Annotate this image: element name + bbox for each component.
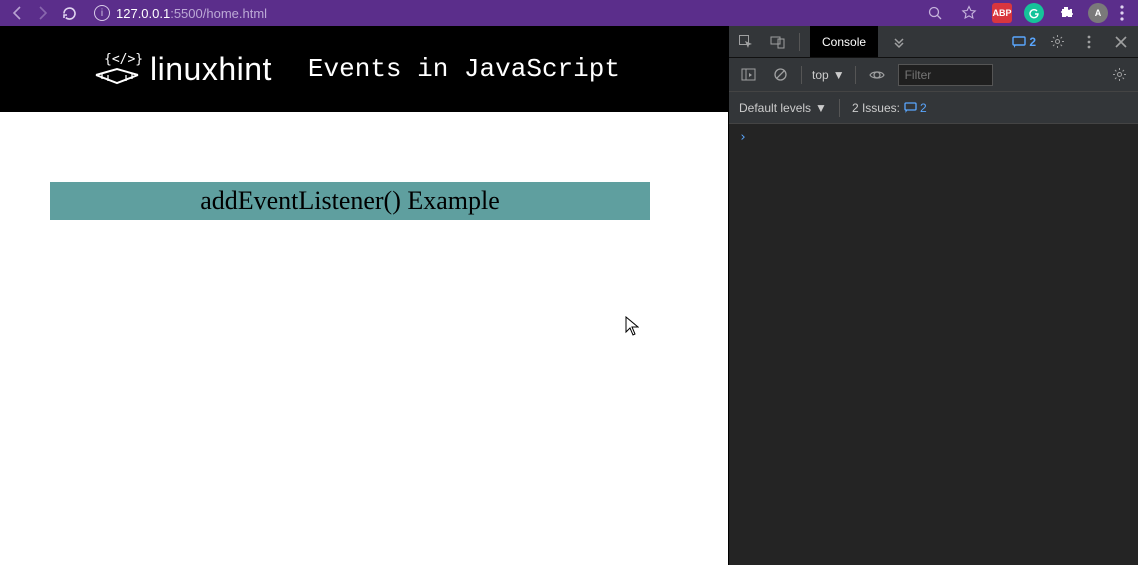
- device-toggle-icon[interactable]: [767, 34, 789, 50]
- address-field[interactable]: i 127.0.0.1:5500/home.html: [84, 5, 916, 21]
- clear-console-icon[interactable]: [769, 67, 791, 82]
- console-prompt: ›: [739, 130, 747, 145]
- site-header: {</>} linuxhint Events in JavaScript: [0, 26, 728, 112]
- page-viewport: {</>} linuxhint Events in JavaScript add…: [0, 26, 728, 565]
- message-count-value: 2: [1029, 35, 1036, 49]
- console-toolbar: top ▼: [729, 58, 1138, 92]
- grammarly-extension-icon[interactable]: [1024, 3, 1044, 23]
- devtools-menu-icon[interactable]: [1078, 35, 1100, 49]
- zoom-icon[interactable]: [924, 5, 946, 21]
- log-levels-selector[interactable]: Default levels ▼: [739, 101, 827, 115]
- toolbar-right: ABP A: [916, 3, 1132, 23]
- live-expression-icon[interactable]: [866, 67, 888, 83]
- chrome-menu-icon[interactable]: [1120, 5, 1124, 21]
- reload-button[interactable]: [54, 5, 84, 22]
- site-info-icon[interactable]: i: [94, 5, 110, 21]
- devtools-tabstrip: Console 2: [729, 26, 1138, 58]
- abp-extension-icon[interactable]: ABP: [992, 3, 1012, 23]
- console-body[interactable]: ›: [729, 124, 1138, 565]
- logo-mark-icon: {</>}: [90, 49, 144, 89]
- devtools-panel: Console 2: [728, 26, 1138, 565]
- context-selector[interactable]: top ▼: [812, 68, 845, 82]
- browser-address-bar: i 127.0.0.1:5500/home.html ABP A: [0, 0, 1138, 26]
- filter-input[interactable]: [898, 64, 993, 86]
- console-toolbar-2: Default levels ▼ 2 Issues: 2: [729, 92, 1138, 124]
- bookmark-star-icon[interactable]: [958, 5, 980, 21]
- issues-label: 2 Issues:: [852, 101, 900, 115]
- message-count-badge[interactable]: 2: [1012, 35, 1036, 49]
- console-settings-icon[interactable]: [1108, 67, 1130, 82]
- issues-count: 2: [920, 101, 927, 115]
- filter-field[interactable]: [898, 64, 993, 86]
- profile-avatar[interactable]: A: [1088, 3, 1108, 23]
- issues-indicator[interactable]: 2 Issues: 2: [852, 101, 927, 115]
- page-header-title: Events in JavaScript: [308, 54, 620, 84]
- site-logo: {</>} linuxhint: [90, 49, 272, 89]
- devtools-close-icon[interactable]: [1110, 36, 1132, 48]
- logo-text: linuxhint: [150, 51, 272, 88]
- svg-text:{</>}: {</>}: [104, 52, 143, 67]
- console-sidebar-toggle-icon[interactable]: [737, 67, 759, 82]
- back-button[interactable]: [6, 5, 30, 21]
- chevron-down-icon: ▼: [815, 101, 827, 115]
- context-label: top: [812, 68, 829, 82]
- inspect-element-icon[interactable]: [735, 34, 757, 50]
- extensions-icon[interactable]: [1056, 3, 1076, 23]
- tab-console[interactable]: Console: [810, 26, 878, 57]
- chevron-down-icon: ▼: [833, 68, 845, 82]
- more-tabs-icon[interactable]: [888, 35, 910, 49]
- levels-label: Default levels: [739, 101, 811, 115]
- example-heading: addEventListener() Example: [50, 182, 650, 220]
- devtools-settings-icon[interactable]: [1046, 34, 1068, 49]
- page-body: addEventListener() Example: [0, 112, 728, 565]
- forward-button[interactable]: [30, 5, 54, 21]
- url-text: 127.0.0.1:5500/home.html: [116, 6, 267, 21]
